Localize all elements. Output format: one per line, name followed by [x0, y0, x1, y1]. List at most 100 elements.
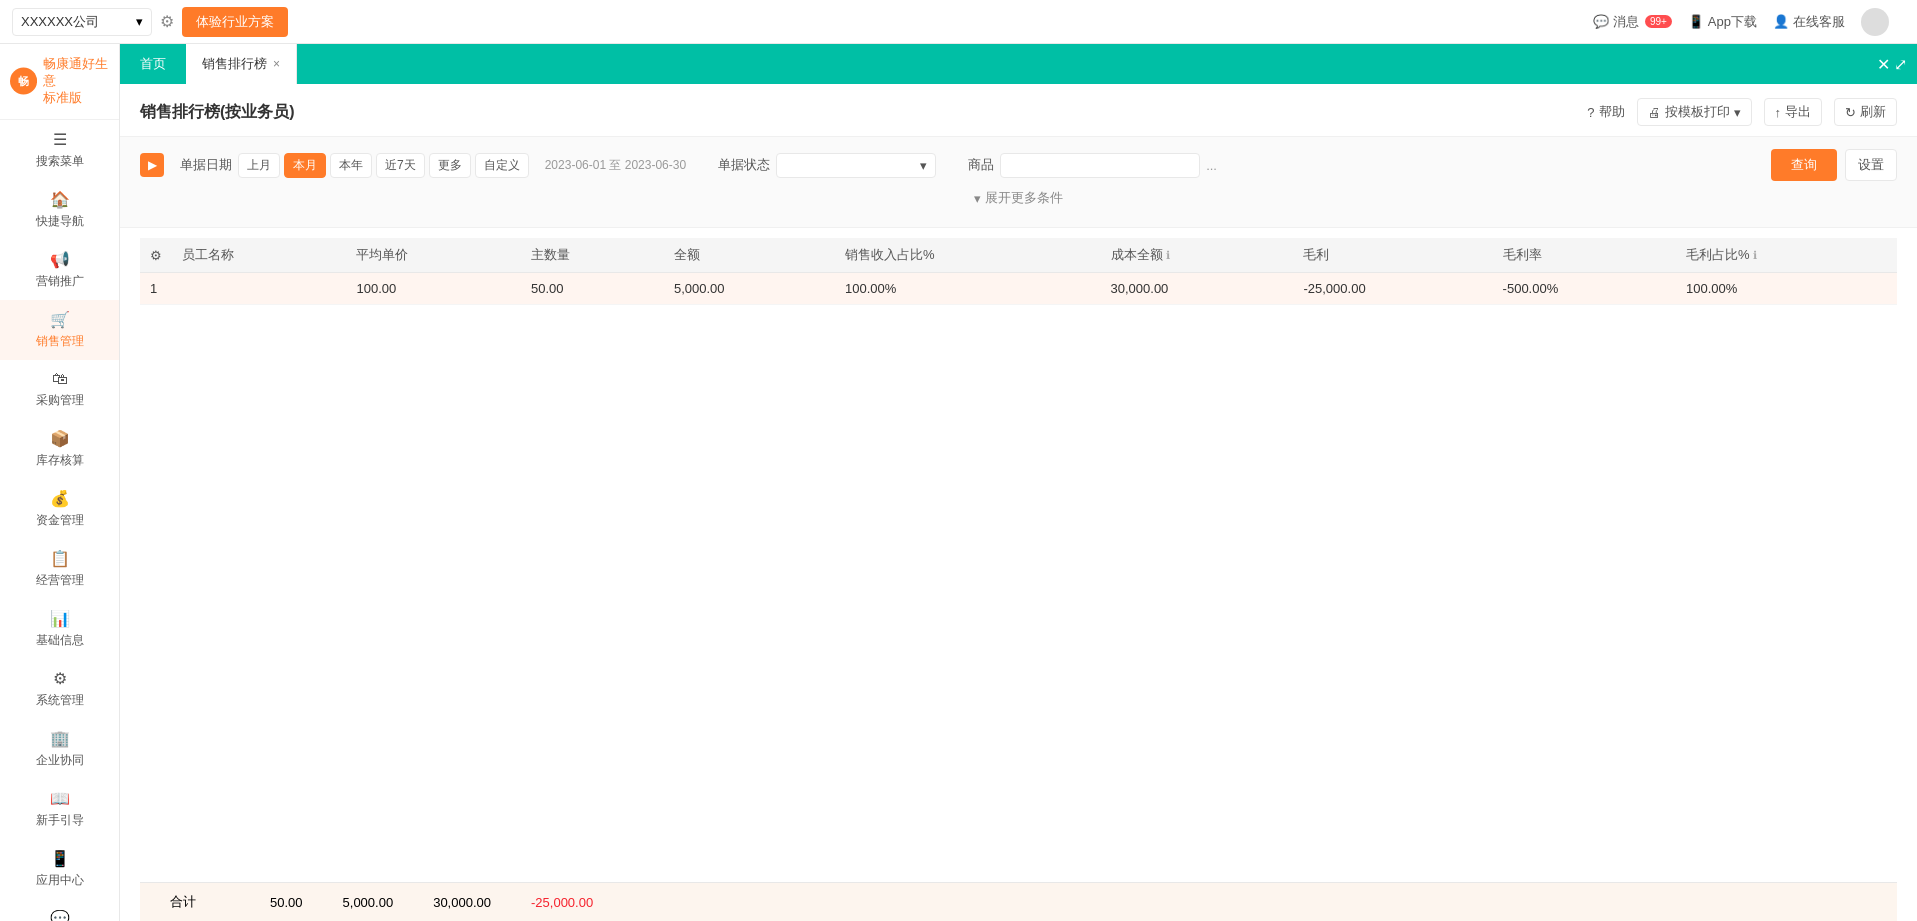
footer-label: 合计: [170, 893, 230, 911]
service-icon: 👤: [1773, 14, 1789, 29]
online-service-button[interactable]: 👤 在线客服: [1773, 13, 1845, 31]
tab-sales-ranking[interactable]: 销售排行榜 ×: [186, 44, 297, 84]
sidebar-logo: 畅 畅康通好生意 标准版: [0, 44, 119, 120]
sidebar-label-marketing: 营销推广: [36, 273, 84, 290]
th-sales-ratio: 销售收入占比%: [835, 238, 1101, 273]
trial-button[interactable]: 体验行业方案: [182, 7, 288, 37]
tab-bar: 首页 销售排行榜 × ✕ ⤢: [120, 44, 1917, 84]
cart-icon: 🛒: [50, 310, 70, 329]
tab-close-window-icon[interactable]: ✕: [1877, 55, 1890, 74]
filter-toggle-button[interactable]: ▶: [140, 153, 164, 177]
print-label: 按模板打印: [1665, 103, 1730, 121]
sidebar-item-app-center[interactable]: 📱 应用中心: [0, 839, 119, 899]
sidebar-label-enterprise: 企业协同: [36, 752, 84, 769]
sidebar-label-sales: 销售管理: [36, 333, 84, 350]
sidebar-item-quick-nav[interactable]: 🏠 快捷导航: [0, 180, 119, 240]
sidebar-item-search-order[interactable]: ☰ 搜索菜单: [0, 120, 119, 180]
expand-label: 展开更多条件: [985, 189, 1063, 207]
box-icon: 📦: [50, 429, 70, 448]
sidebar-item-marketing[interactable]: 📢 营销推广: [0, 240, 119, 300]
avatar[interactable]: [1861, 8, 1889, 36]
sidebar-label-purchase: 采购管理: [36, 392, 84, 409]
sidebar-item-sales[interactable]: 🛒 销售管理: [0, 300, 119, 360]
footer-cost: 30,000.00: [433, 895, 491, 910]
date-btn-7days[interactable]: 近7天: [376, 153, 425, 178]
cell-employee: [172, 273, 346, 305]
expand-more-conditions[interactable]: ▾ 展开更多条件: [140, 181, 1897, 215]
th-qty: 主数量: [521, 238, 664, 273]
finance-icon: 💰: [50, 489, 70, 508]
sidebar-item-enterprise-collab[interactable]: 🏢 企业协同: [0, 719, 119, 779]
sidebar-item-finance[interactable]: 💰 资金管理: [0, 479, 119, 539]
refresh-label: 刷新: [1860, 103, 1886, 121]
sidebar-item-base-info[interactable]: 📊 基础信息: [0, 599, 119, 659]
message-badge: 99+: [1645, 15, 1672, 28]
base-info-icon: 📊: [50, 609, 70, 628]
tab-home[interactable]: 首页: [120, 44, 186, 84]
filter-area: ▶ 单据日期 上月 本月 本年 近7天 更多 自定义 2023-06: [120, 137, 1917, 228]
goods-input[interactable]: [1000, 153, 1200, 178]
app-download-button[interactable]: 📱 App下载: [1688, 13, 1757, 31]
sidebar-item-inventory[interactable]: 📦 库存核算: [0, 419, 119, 479]
gross-ratio-help-icon[interactable]: ℹ: [1753, 249, 1757, 261]
sidebar-item-purchase[interactable]: 🛍 采购管理: [0, 360, 119, 419]
logo-text: 畅康通好生意 标准版: [43, 56, 109, 107]
main-layout: 畅 畅康通好生意 标准版 ☰ 搜索菜单 🏠 快捷导航 📢 营销推广 🛒 销售管理…: [0, 44, 1917, 921]
more-options-icon[interactable]: ...: [1206, 158, 1217, 173]
expand-chevron-icon: ▾: [974, 191, 981, 206]
date-filter-label: 单据日期: [180, 156, 232, 174]
sidebar-label-inventory: 库存核算: [36, 452, 84, 469]
print-icon: 🖨: [1648, 105, 1661, 120]
cell-avg-price: 100.00: [346, 273, 520, 305]
sidebar: 畅 畅康通好生意 标准版 ☰ 搜索菜单 🏠 快捷导航 📢 营销推广 🛒 销售管理…: [0, 44, 120, 921]
company-selector[interactable]: XXXXXX公司 ▾: [12, 8, 152, 36]
status-select[interactable]: ▾: [776, 153, 936, 178]
date-btn-custom[interactable]: 自定义: [475, 153, 529, 178]
enterprise-icon: 🏢: [50, 729, 70, 748]
cell-gross: -25,000.00: [1293, 273, 1492, 305]
date-btn-last-month[interactable]: 上月: [238, 153, 280, 178]
date-filter: 单据日期 上月 本月 本年 近7天 更多 自定义: [180, 153, 529, 178]
home-icon: 🏠: [50, 190, 70, 209]
top-bar-right: 💬 消息 99+ 📱 App下载 👤 在线客服: [1593, 8, 1905, 36]
sidebar-item-operation[interactable]: 📋 经营管理: [0, 539, 119, 599]
sidebar-label-appcenter: 应用中心: [36, 872, 84, 889]
settings-button[interactable]: 设置: [1845, 149, 1897, 181]
table-body: 1 100.00 50.00 5,000.00 100.00% 30,000.0…: [140, 273, 1897, 305]
logo-line1: 畅康通好生意: [43, 56, 109, 90]
th-employee: 员工名称: [172, 238, 346, 273]
help-button[interactable]: ? 帮助: [1587, 103, 1624, 121]
sidebar-item-wechat[interactable]: 💬 企业微信: [0, 899, 119, 921]
system-icon: ⚙: [53, 669, 67, 688]
wechat-icon: 💬: [50, 909, 70, 921]
chevron-down-icon: ▾: [136, 14, 143, 29]
status-filter: 单据状态 ▾: [718, 153, 936, 178]
settings-icon[interactable]: ⚙: [160, 12, 174, 31]
refresh-button[interactable]: ↻ 刷新: [1834, 98, 1897, 126]
query-button[interactable]: 查询: [1771, 149, 1837, 181]
sidebar-label-base: 基础信息: [36, 632, 84, 649]
tab-maximize-icon[interactable]: ⤢: [1894, 55, 1907, 74]
cost-help-icon[interactable]: ℹ: [1166, 249, 1170, 261]
app-icon: 📱: [1688, 14, 1704, 29]
th-gross-ratio: 毛利占比% ℹ: [1676, 238, 1897, 273]
cell-rank: 1: [140, 273, 172, 305]
search-icon: ☰: [53, 130, 67, 149]
column-settings-icon[interactable]: ⚙: [150, 248, 162, 263]
th-gross: 毛利: [1293, 238, 1492, 273]
sidebar-item-newbie[interactable]: 📖 新手引导: [0, 779, 119, 839]
date-btn-this-year[interactable]: 本年: [330, 153, 372, 178]
page-header: 销售排行榜(按业务员) ? 帮助 🖨 按模板打印 ▾ ↑ 导出: [120, 84, 1917, 137]
print-button[interactable]: 🖨 按模板打印 ▾: [1637, 98, 1752, 126]
export-button[interactable]: ↑ 导出: [1764, 98, 1823, 126]
tab-close-icon[interactable]: ×: [273, 57, 280, 71]
date-btn-this-month[interactable]: 本月: [284, 153, 326, 178]
sidebar-item-system[interactable]: ⚙ 系统管理: [0, 659, 119, 719]
date-btn-more[interactable]: 更多: [429, 153, 471, 178]
footer-qty: 50.00: [270, 895, 303, 910]
message-button[interactable]: 💬 消息 99+: [1593, 13, 1672, 31]
export-label: 导出: [1785, 103, 1811, 121]
cell-amount: 5,000.00: [664, 273, 835, 305]
footer-totals: 合计 50.00 5,000.00 30,000.00 -25,000.00: [140, 882, 1897, 921]
page-title: 销售排行榜(按业务员): [140, 102, 295, 123]
